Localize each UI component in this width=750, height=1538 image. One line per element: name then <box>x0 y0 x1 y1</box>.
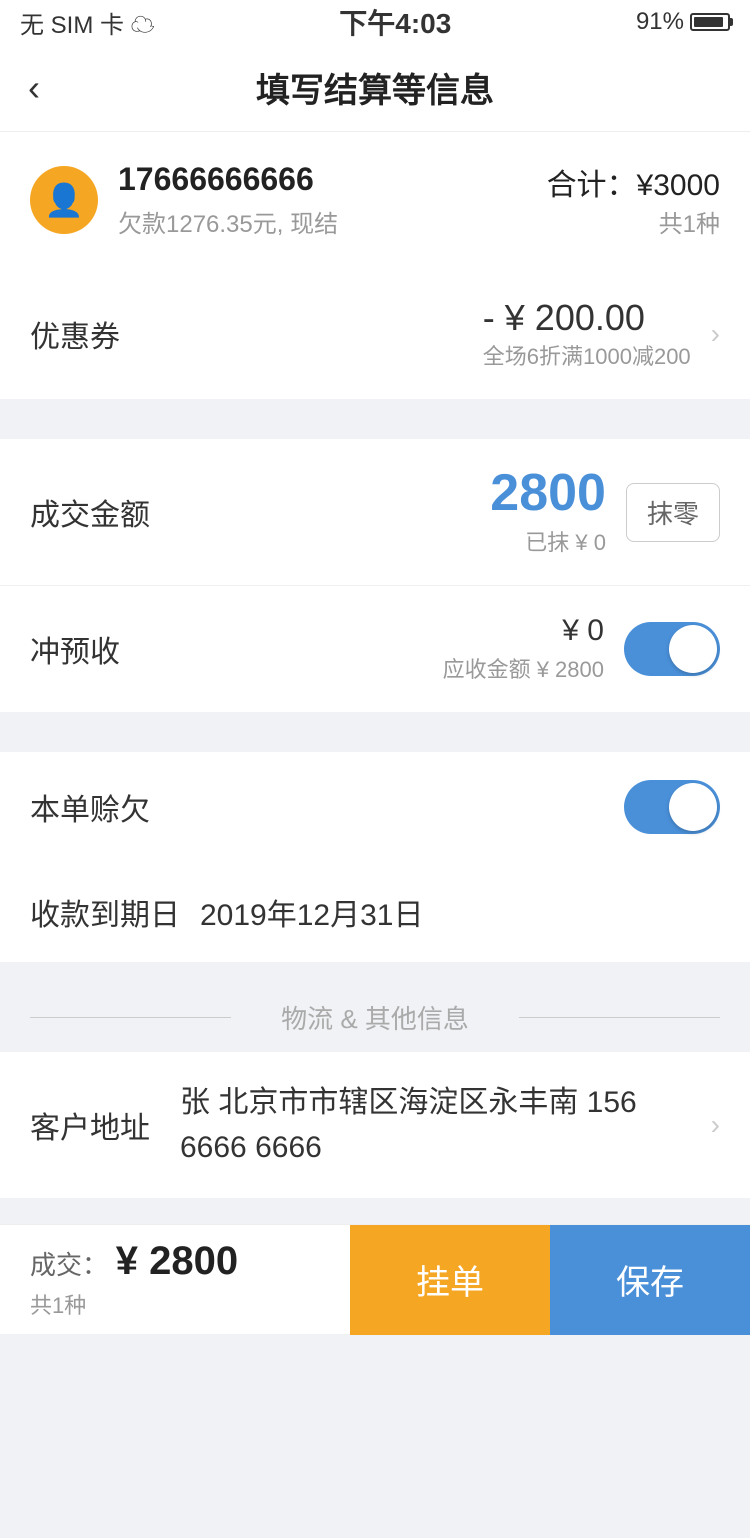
arrearage-toggle[interactable] <box>624 780 720 834</box>
duedate-value: 2019年12月31日 <box>200 890 423 934</box>
bottom-deal-line: 成交： ¥ 2800 <box>30 1239 320 1284</box>
total-amount: 合计：¥3000 <box>547 160 720 204</box>
chevron-right-icon: › <box>711 318 720 350</box>
deal-erased: 已抹 ¥ 0 <box>490 525 606 557</box>
customer-right: 合计：¥3000 共1种 <box>547 160 720 239</box>
toggle-knob <box>669 625 717 673</box>
prereceive-label: 冲预收 <box>30 627 120 671</box>
duedate-label: 收款到期日 <box>30 890 180 934</box>
status-right: 91% <box>636 8 730 36</box>
prereceive-right: ¥ 0 应收金额 ¥ 2800 <box>443 614 720 684</box>
prereceive-amount: ¥ 0 <box>443 614 604 648</box>
coupon-amount-wrap: - ¥ 200.00 全场6折满1000减200 <box>483 297 691 371</box>
pending-button[interactable]: 挂单 <box>350 1225 550 1335</box>
arrearage-section: 本单赊欠 收款到期日 2019年12月31日 <box>0 752 750 962</box>
address-section: 客户地址 张 北京市市辖区海淀区永丰南 156 6666 6666 › <box>0 1052 750 1198</box>
back-button[interactable]: ‹ <box>28 67 40 109</box>
deal-amount: 2800 <box>490 467 606 519</box>
deal-row: 成交金额 2800 已抹 ¥ 0 抹零 <box>0 439 750 585</box>
address-row[interactable]: 客户地址 张 北京市市辖区海淀区永丰南 156 6666 6666 › <box>0 1052 750 1198</box>
sim-status: 无 SIM 卡 ☁ <box>20 5 155 40</box>
divider-1 <box>0 419 750 439</box>
battery-icon <box>690 13 730 31</box>
save-button[interactable]: 保存 <box>550 1225 750 1335</box>
deal-amount-wrap: 2800 已抹 ¥ 0 <box>490 467 606 557</box>
arrearage-toggle-knob <box>669 783 717 831</box>
address-chevron-icon: › <box>711 1109 720 1141</box>
deal-section: 成交金额 2800 已抹 ¥ 0 抹零 冲预收 ¥ 0 应收金额 ¥ 2800 <box>0 439 750 712</box>
round-zero-button[interactable]: 抹零 <box>626 483 720 542</box>
customer-section: 👤 17666666666 欠款1276.35元, 现结 合计：¥3000 共1… <box>0 132 750 399</box>
avatar: 👤 <box>30 166 98 234</box>
logistics-line-left <box>30 1017 231 1018</box>
coupon-row[interactable]: 优惠券 - ¥ 200.00 全场6折满1000减200 › <box>0 269 750 399</box>
bottom-total: 成交： ¥ 2800 共1种 <box>0 1239 350 1320</box>
customer-phone: 17666666666 <box>118 161 338 198</box>
prereceive-receivable: 应收金额 ¥ 2800 <box>443 652 604 684</box>
coupon-label: 优惠券 <box>30 312 120 356</box>
arrearage-label: 本单赊欠 <box>30 785 150 829</box>
duedate-row: 收款到期日 2019年12月31日 <box>0 862 750 962</box>
bottom-deal-label: 成交： <box>30 1250 108 1280</box>
arrearage-row: 本单赊欠 <box>0 752 750 862</box>
coupon-amount: - ¥ 200.00 <box>483 297 645 338</box>
deal-right: 2800 已抹 ¥ 0 抹零 <box>490 467 720 557</box>
bottom-deal-amount: ¥ 2800 <box>116 1239 238 1283</box>
logistics-text: 物流 & 其他信息 <box>281 999 469 1036</box>
status-time: 下午4:03 <box>339 2 451 42</box>
customer-row: 👤 17666666666 欠款1276.35元, 现结 合计：¥3000 共1… <box>0 132 750 267</box>
battery-fill <box>694 17 723 27</box>
battery-percent: 91% <box>636 8 684 36</box>
customer-debt: 欠款1276.35元, 现结 <box>118 204 338 239</box>
page-title: 填写结算等信息 <box>256 63 494 112</box>
deal-label: 成交金额 <box>30 490 150 534</box>
status-bar: 无 SIM 卡 ☁ 下午4:03 91% <box>0 0 750 44</box>
customer-info: 17666666666 欠款1276.35元, 现结 <box>118 161 338 239</box>
prereceive-row: 冲预收 ¥ 0 应收金额 ¥ 2800 <box>0 585 750 712</box>
prereceive-toggle[interactable] <box>624 622 720 676</box>
divider-2 <box>0 732 750 752</box>
customer-left: 👤 17666666666 欠款1276.35元, 现结 <box>30 161 338 239</box>
logistics-divider: 物流 & 其他信息 <box>0 982 750 1052</box>
coupon-right: - ¥ 200.00 全场6折满1000减200 › <box>483 297 720 371</box>
bottom-bar: 成交： ¥ 2800 共1种 挂单 保存 <box>0 1224 750 1334</box>
bottom-count: 共1种 <box>30 1288 320 1320</box>
prereceive-amount-wrap: ¥ 0 应收金额 ¥ 2800 <box>443 614 604 684</box>
coupon-desc: 全场6折满1000减200 <box>483 339 691 371</box>
address-label: 客户地址 <box>30 1103 150 1147</box>
address-value: 张 北京市市辖区海淀区永丰南 156 6666 6666 <box>180 1080 703 1170</box>
logistics-line-right <box>519 1017 720 1018</box>
status-left: 无 SIM 卡 ☁ <box>20 5 155 40</box>
total-count: 共1种 <box>547 204 720 239</box>
header: ‹ 填写结算等信息 <box>0 44 750 132</box>
